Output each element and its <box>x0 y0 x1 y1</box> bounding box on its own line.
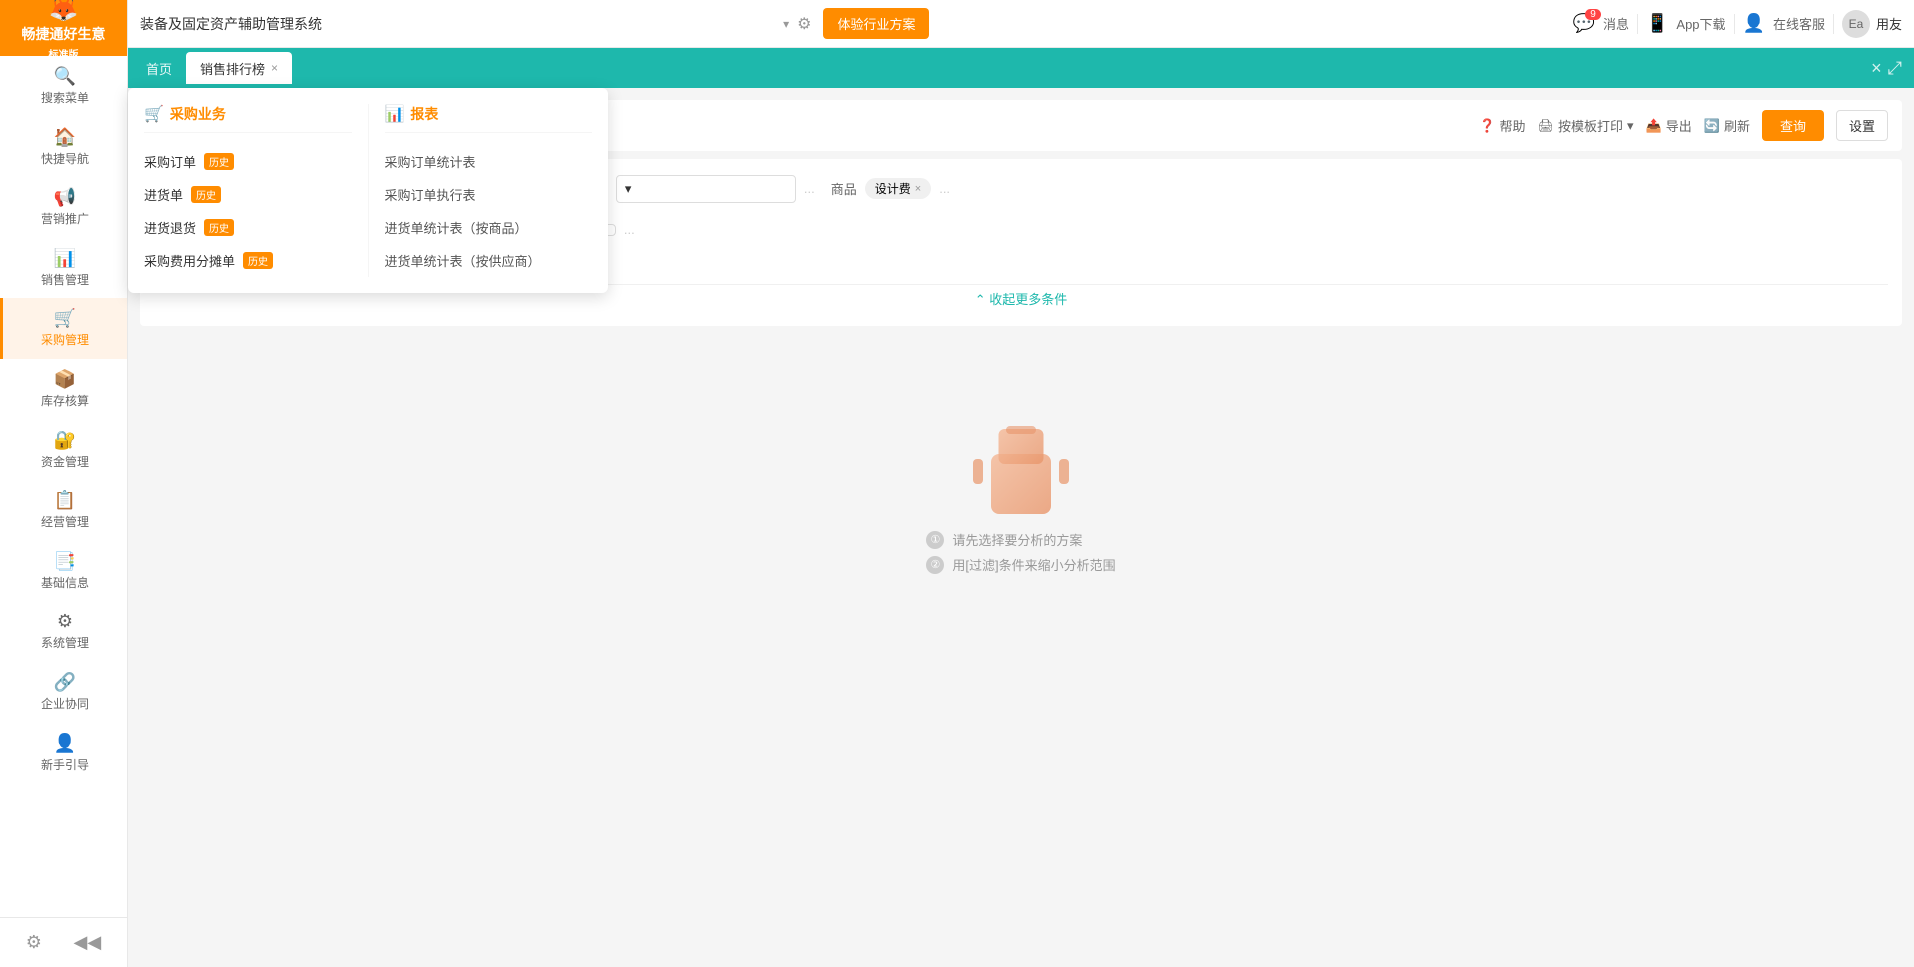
dropdown-overlay[interactable]: 🛒 采购业务 采购订单 历史 进货单 历史 进货退货 历史 采购费用分摊单 历史 <box>0 0 1914 967</box>
purchase-section-icon: 🛒 <box>144 104 164 124</box>
dropdown-reports-section: 📊 报表 采购订单统计表 采购订单执行表 进货单统计表（按商品） 进货单统计表（… <box>368 104 593 277</box>
inbound-history[interactable]: 历史 <box>191 186 221 203</box>
purchase-section-title: 🛒 采购业务 <box>144 104 352 133</box>
return-label: 进货退货 <box>144 218 196 237</box>
inbound-label: 进货单 <box>144 185 183 204</box>
expense-label: 采购费用分摊单 <box>144 251 235 270</box>
dropdown-purchase-section: 🛒 采购业务 采购订单 历史 进货单 历史 进货退货 历史 采购费用分摊单 历史 <box>144 104 352 277</box>
reports-section-icon: 📊 <box>385 104 405 124</box>
purchase-dropdown-menu: 🛒 采购业务 采购订单 历史 进货单 历史 进货退货 历史 采购费用分摊单 历史 <box>128 88 608 293</box>
dropdown-item-inbound-by-supplier[interactable]: 进货单统计表（按供应商） <box>385 244 593 277</box>
dropdown-item-inbound[interactable]: 进货单 历史 <box>144 178 352 211</box>
dropdown-item-po-stats[interactable]: 采购订单统计表 <box>385 145 593 178</box>
return-history[interactable]: 历史 <box>204 219 234 236</box>
dropdown-item-purchase-order[interactable]: 采购订单 历史 <box>144 145 352 178</box>
dropdown-item-return[interactable]: 进货退货 历史 <box>144 211 352 244</box>
expense-history[interactable]: 历史 <box>243 252 273 269</box>
purchase-order-label: 采购订单 <box>144 152 196 171</box>
dropdown-item-expense[interactable]: 采购费用分摊单 历史 <box>144 244 352 277</box>
reports-section-title: 📊 报表 <box>385 104 593 133</box>
dropdown-item-inbound-by-goods[interactable]: 进货单统计表（按商品） <box>385 211 593 244</box>
purchase-order-history[interactable]: 历史 <box>204 153 234 170</box>
dropdown-item-po-exec[interactable]: 采购订单执行表 <box>385 178 593 211</box>
